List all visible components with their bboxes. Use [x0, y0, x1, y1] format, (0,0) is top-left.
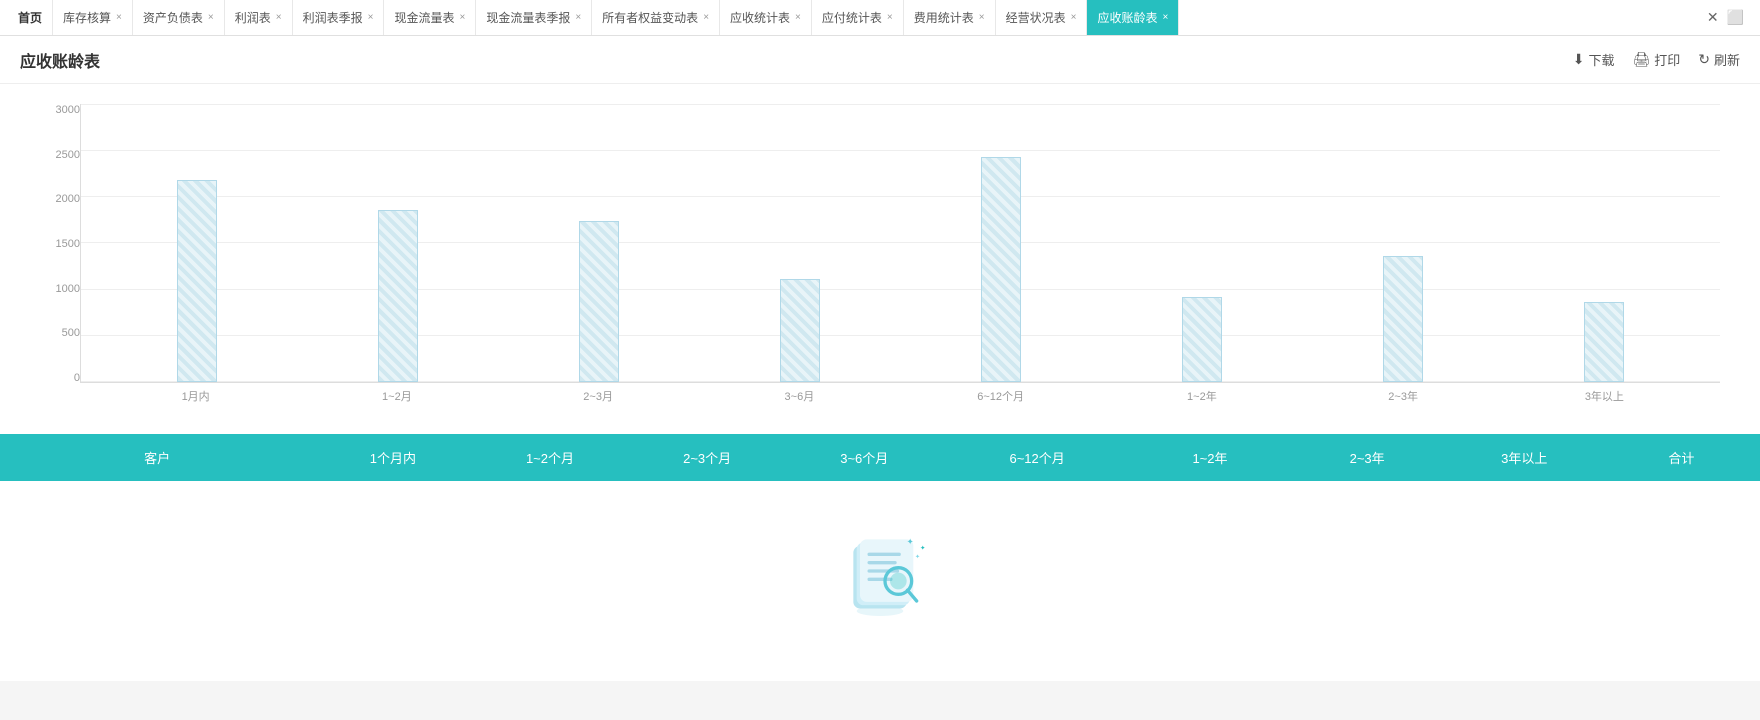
- tab-home[interactable]: 首页: [8, 0, 53, 36]
- bar: [1383, 256, 1423, 383]
- tab-cashflow[interactable]: 现金流量表 ×: [384, 0, 476, 36]
- bar-group: [714, 279, 885, 383]
- x-axis-label: 2~3年: [1318, 388, 1489, 404]
- y-axis-label: 0: [40, 372, 80, 384]
- refresh-icon: ↻: [1698, 51, 1710, 68]
- table-header-cell: 6~12个月: [943, 448, 1132, 467]
- tab-close-profit-quarter[interactable]: ×: [368, 12, 374, 23]
- tab-close-operation[interactable]: ×: [1071, 12, 1077, 23]
- x-axis-label: 3~6月: [714, 388, 885, 404]
- svg-text:✦: ✦: [915, 554, 920, 561]
- table-header-cell: 客户: [0, 448, 314, 467]
- bar: [1182, 297, 1222, 382]
- empty-icon: ✦ ✦ ✦: [830, 521, 930, 621]
- bar-group: [1519, 302, 1690, 383]
- x-labels: 1月内 1~2月 2~3月 3~6月 6~12个月 1~2年 2~3年 3年以上: [80, 383, 1720, 404]
- x-axis-label: 1~2月: [311, 388, 482, 404]
- tab-bar: 首页 库存核算 × 资产负债表 × 利润表 × 利润表季报 × 现金流量表 × …: [0, 0, 1760, 36]
- bar: [1584, 302, 1624, 383]
- x-axis-label: 6~12个月: [915, 388, 1086, 404]
- window-controls: ✕ ⬜: [1699, 9, 1752, 26]
- tab-aging[interactable]: 应收账龄表 ×: [1087, 0, 1179, 36]
- download-icon: ⬇: [1573, 51, 1585, 68]
- chart-area: 0 500 1000 1500 2000 2500 3000 1月内 1~2月 2~3月 3~6月…: [0, 84, 1760, 414]
- bar-group: [1117, 297, 1288, 382]
- table-header-cell: 3~6个月: [786, 448, 943, 467]
- table-header-cell: 1~2个月: [471, 448, 628, 467]
- tab-close-expense-stat[interactable]: ×: [979, 12, 985, 23]
- bar-group: [111, 180, 282, 382]
- table-header-cell: 3年以上: [1446, 448, 1603, 467]
- tab-balance[interactable]: 资产负债表 ×: [133, 0, 225, 36]
- page-header: 应收账龄表 ⬇ 下载 🖨 打印 ↻ 刷新: [0, 36, 1760, 84]
- tab-profit[interactable]: 利润表 ×: [225, 0, 293, 36]
- x-axis-label: 1~2年: [1116, 388, 1287, 404]
- table-header: 客户1个月内1~2个月2~3个月3~6个月6~12个月1~2年2~3年3年以上合…: [0, 434, 1760, 481]
- print-button[interactable]: 🖨 打印: [1632, 50, 1680, 69]
- bar-group: [312, 210, 483, 383]
- table-header-cell: 2~3个月: [629, 448, 786, 467]
- bar: [378, 210, 418, 383]
- table-header-cell: 1个月内: [314, 448, 471, 467]
- window-close-btn[interactable]: ✕: [1707, 9, 1719, 26]
- bar-group: [1318, 256, 1489, 383]
- tab-inventory[interactable]: 库存核算 ×: [53, 0, 133, 36]
- tab-close-profit[interactable]: ×: [276, 12, 282, 23]
- grid-line: [81, 104, 1720, 105]
- x-axis-label: 3年以上: [1519, 388, 1690, 404]
- y-axis-label: 2500: [40, 149, 80, 161]
- table-header-cell: 合计: [1603, 448, 1760, 467]
- tab-cashflow-quarter[interactable]: 现金流量表季报 ×: [476, 0, 592, 36]
- refresh-button[interactable]: ↻ 刷新: [1698, 50, 1740, 69]
- header-actions: ⬇ 下载 🖨 打印 ↻ 刷新: [1573, 50, 1740, 69]
- tab-equity[interactable]: 所有者权益变动表 ×: [592, 0, 720, 36]
- tab-close-payable-stat[interactable]: ×: [887, 12, 893, 23]
- window-maximize-btn[interactable]: ⬜: [1727, 9, 1744, 26]
- chart-wrapper: 0 500 1000 1500 2000 2500 3000 1月内 1~2月 2~3月 3~6月…: [40, 104, 1720, 404]
- bar: [177, 180, 217, 382]
- y-axis-label: 1500: [40, 238, 80, 250]
- tab-close-cashflow-quarter[interactable]: ×: [575, 12, 581, 23]
- grid-line: [81, 150, 1720, 151]
- x-axis-label: 1月内: [110, 388, 281, 404]
- grid-line: [81, 196, 1720, 197]
- y-axis: 0 500 1000 1500 2000 2500 3000: [40, 104, 80, 404]
- tab-receivable-stat[interactable]: 应收统计表 ×: [720, 0, 812, 36]
- chart-body: 1月内 1~2月 2~3月 3~6月 6~12个月 1~2年 2~3年 3年以上: [80, 104, 1720, 404]
- tab-close-cashflow[interactable]: ×: [459, 12, 465, 23]
- tab-close-aging[interactable]: ×: [1162, 12, 1168, 23]
- y-axis-label: 1000: [40, 283, 80, 295]
- tab-profit-quarter[interactable]: 利润表季报 ×: [293, 0, 385, 36]
- tab-close-balance[interactable]: ×: [208, 12, 214, 23]
- bar-group: [513, 221, 684, 382]
- table-header-cell: 1~2年: [1131, 448, 1288, 467]
- x-axis-label: 2~3月: [513, 388, 684, 404]
- download-button[interactable]: ⬇ 下载: [1573, 50, 1615, 69]
- bar-group: [916, 157, 1087, 382]
- tab-expense-stat[interactable]: 费用统计表 ×: [904, 0, 996, 36]
- y-axis-label: 3000: [40, 104, 80, 116]
- svg-text:✦: ✦: [907, 536, 914, 546]
- tab-operation[interactable]: 经营状况表 ×: [996, 0, 1088, 36]
- print-icon: 🖨: [1632, 51, 1650, 68]
- y-axis-label: 500: [40, 327, 80, 339]
- tab-close-inventory[interactable]: ×: [116, 12, 122, 23]
- bar: [981, 157, 1021, 382]
- empty-state: ✦ ✦ ✦: [0, 481, 1760, 681]
- bar: [579, 221, 619, 382]
- chart-bars-area: [80, 104, 1720, 383]
- tab-close-equity[interactable]: ×: [703, 12, 709, 23]
- page-title: 应收账龄表: [20, 48, 100, 72]
- tab-payable-stat[interactable]: 应付统计表 ×: [812, 0, 904, 36]
- main-content: 0 500 1000 1500 2000 2500 3000 1月内 1~2月 2~3月 3~6月…: [0, 84, 1760, 681]
- table-header-cell: 2~3年: [1289, 448, 1446, 467]
- svg-text:✦: ✦: [920, 544, 926, 552]
- y-axis-label: 2000: [40, 193, 80, 205]
- bar: [780, 279, 820, 383]
- tab-close-receivable-stat[interactable]: ×: [795, 12, 801, 23]
